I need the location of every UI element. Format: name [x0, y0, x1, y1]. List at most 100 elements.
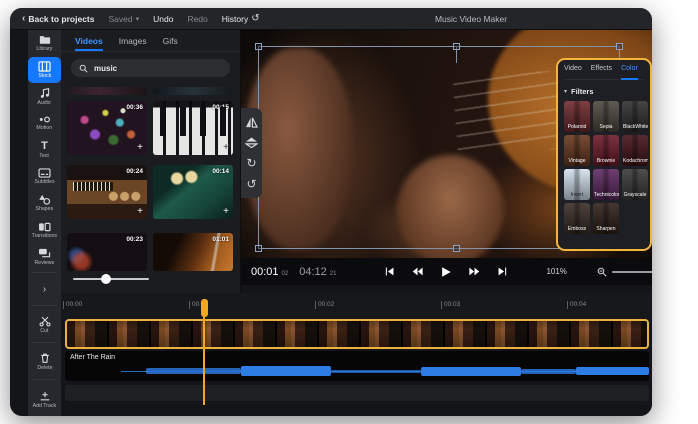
cut-button[interactable]: Cut	[28, 308, 61, 340]
back-to-projects-button[interactable]: ‹ Back to projects	[22, 13, 94, 24]
shapes-icon	[39, 195, 51, 206]
search-icon	[79, 64, 88, 73]
stock-thumbnail-orange[interactable]: 01:01	[153, 233, 233, 271]
sidebar-item-motion[interactable]: Motion	[28, 110, 61, 137]
filter-brownie[interactable]: Brownie	[593, 135, 619, 166]
preview-zoom-level[interactable]: 101%	[546, 267, 566, 276]
tab-effects[interactable]: Effects	[591, 65, 612, 75]
duration-badge: 01:01	[212, 236, 229, 243]
redo-button[interactable]: Redo	[187, 14, 207, 24]
sidebar-item-shapes[interactable]: Shapes	[28, 190, 61, 217]
flip-vertical-icon[interactable]	[245, 136, 258, 148]
add-clip-icon[interactable]: +	[223, 207, 229, 217]
sidebar-item-label: Text	[39, 153, 50, 159]
sidebar-item-subtitles[interactable]: Subtitles	[28, 163, 61, 190]
filter-polaroid[interactable]: Polaroid	[564, 101, 590, 132]
resize-handle-top-right[interactable]	[616, 43, 623, 50]
filter-sharpen[interactable]: Sharpen	[593, 203, 619, 234]
add-track-button[interactable]: Add Track	[28, 382, 61, 416]
film-strip-icon	[38, 61, 51, 72]
search-input[interactable]	[94, 63, 214, 73]
zoom-out-icon[interactable]	[597, 267, 607, 277]
video-track-clip-selected[interactable]	[65, 319, 649, 349]
filter-sepia[interactable]: Sepia	[593, 101, 619, 132]
filter-grayscale[interactable]: Grayscale	[622, 169, 648, 200]
duration-badge: 00:24	[126, 168, 143, 175]
delete-button[interactable]: Delete	[28, 345, 61, 377]
resize-handle-bottom-left[interactable]	[255, 245, 262, 252]
sidebar-item-reviews[interactable]: Reviews	[28, 243, 61, 270]
resize-handle-top-center[interactable]	[453, 43, 460, 50]
undo-button[interactable]: Undo	[153, 14, 173, 24]
stock-thumbnail-green-device[interactable]: 00:14 +	[153, 165, 233, 219]
folder-icon	[39, 36, 50, 45]
filter-technicolor[interactable]: Technicolor	[593, 169, 619, 200]
sidebar-item-text[interactable]: T Text	[28, 137, 61, 164]
forward-button[interactable]	[468, 266, 481, 277]
sidebar-item-label: Library	[36, 46, 53, 53]
play-button[interactable]	[440, 266, 452, 278]
rotate-ccw-icon[interactable]: ↺	[246, 178, 256, 190]
playback-controls-bar: 00:01 02 04:12 21 101%	[241, 258, 652, 285]
chat-bubbles-icon	[39, 248, 51, 258]
duration-badge: 00:14	[212, 168, 229, 175]
thumbnail-size-slider[interactable]	[73, 274, 149, 284]
audio-track-clip[interactable]: After The Rain	[65, 351, 649, 381]
add-clip-icon[interactable]: +	[223, 143, 229, 153]
stock-results: 00:36 + 00:15 + 00:24 + 00:14 + 00:23 01…	[61, 83, 240, 283]
stock-tabs: Videos Images Gifs	[61, 30, 240, 52]
filter-grid: Polaroid Sepia BlackWhite Vintage Browni…	[564, 101, 648, 234]
collapse-panel-button[interactable]: ›	[28, 275, 61, 303]
flip-horizontal-icon[interactable]	[245, 117, 258, 128]
skip-end-button[interactable]	[497, 266, 508, 277]
filter-invert[interactable]: Invert	[564, 169, 590, 200]
saved-status-dropdown[interactable]: Saved ▾	[108, 14, 139, 24]
sidebar-item-transitions[interactable]: Transitions	[28, 217, 61, 244]
rewind-button[interactable]	[411, 266, 424, 277]
ruler-tick: 00:00	[63, 301, 82, 309]
filter-vintage[interactable]: Vintage	[564, 135, 590, 166]
zoom-slider[interactable]	[611, 267, 652, 277]
slider-handle[interactable]	[101, 274, 111, 284]
stock-thumbnail-concert[interactable]: 00:36 +	[67, 101, 147, 155]
tab-color[interactable]: Color	[621, 65, 638, 80]
tab-gifs[interactable]: Gifs	[163, 36, 178, 51]
tab-videos[interactable]: Videos	[75, 36, 103, 51]
playhead-handle[interactable]	[200, 299, 208, 317]
color-effects-panel: Video Effects Color ▾ Filters Polaroid S…	[556, 58, 652, 251]
filter-label: Emboss	[567, 226, 587, 232]
stock-thumbnail-piano[interactable]: 00:15 +	[153, 101, 233, 155]
sidebar-item-library[interactable]: Library	[28, 30, 61, 57]
sidebar-item-audio[interactable]: Audio	[28, 83, 61, 110]
timeline-ruler[interactable]: 00:00 00:01 00:02 00:03 00:04	[61, 293, 652, 319]
tab-video[interactable]: Video	[564, 65, 582, 75]
top-bar: ‹ Back to projects Saved ▾ Undo Redo His…	[10, 8, 652, 30]
filter-label: Sharpen	[596, 226, 616, 232]
divider	[32, 305, 57, 307]
filter-blackwhite[interactable]: BlackWhite	[622, 101, 648, 132]
add-clip-icon[interactable]: +	[137, 143, 143, 153]
rotate-cw-icon[interactable]: ↻	[246, 157, 256, 169]
history-button[interactable]: History ↺	[222, 13, 260, 24]
stock-thumbnail-dark[interactable]: 00:23	[67, 233, 147, 271]
stock-thumbnail-partial[interactable]	[153, 87, 233, 95]
filter-kodachrome[interactable]: Kodachrome	[622, 135, 648, 166]
filter-emboss[interactable]: Emboss	[564, 203, 590, 234]
resize-handle-top-left[interactable]	[255, 43, 262, 50]
empty-track-area[interactable]	[65, 385, 649, 401]
filter-label: Invert	[570, 192, 584, 198]
resize-handle-bottom-center[interactable]	[453, 245, 460, 252]
total-time: 04:12	[299, 265, 327, 278]
transitions-icon	[39, 222, 51, 231]
skip-start-button[interactable]	[384, 266, 395, 277]
filter-label: Polaroid	[567, 124, 587, 130]
stock-thumbnail-partial[interactable]	[67, 87, 147, 95]
stock-thumbnail-mixer[interactable]: 00:24 +	[67, 165, 147, 219]
filters-section-header[interactable]: ▾ Filters	[564, 87, 644, 96]
history-clock-icon: ↺	[251, 13, 260, 24]
sidebar-item-stock[interactable]: Stock	[28, 56, 61, 84]
effects-panel-tabs: Video Effects Color	[564, 65, 644, 80]
add-clip-icon[interactable]: +	[137, 207, 143, 217]
tab-images[interactable]: Images	[119, 36, 147, 51]
playhead[interactable]	[200, 299, 208, 405]
